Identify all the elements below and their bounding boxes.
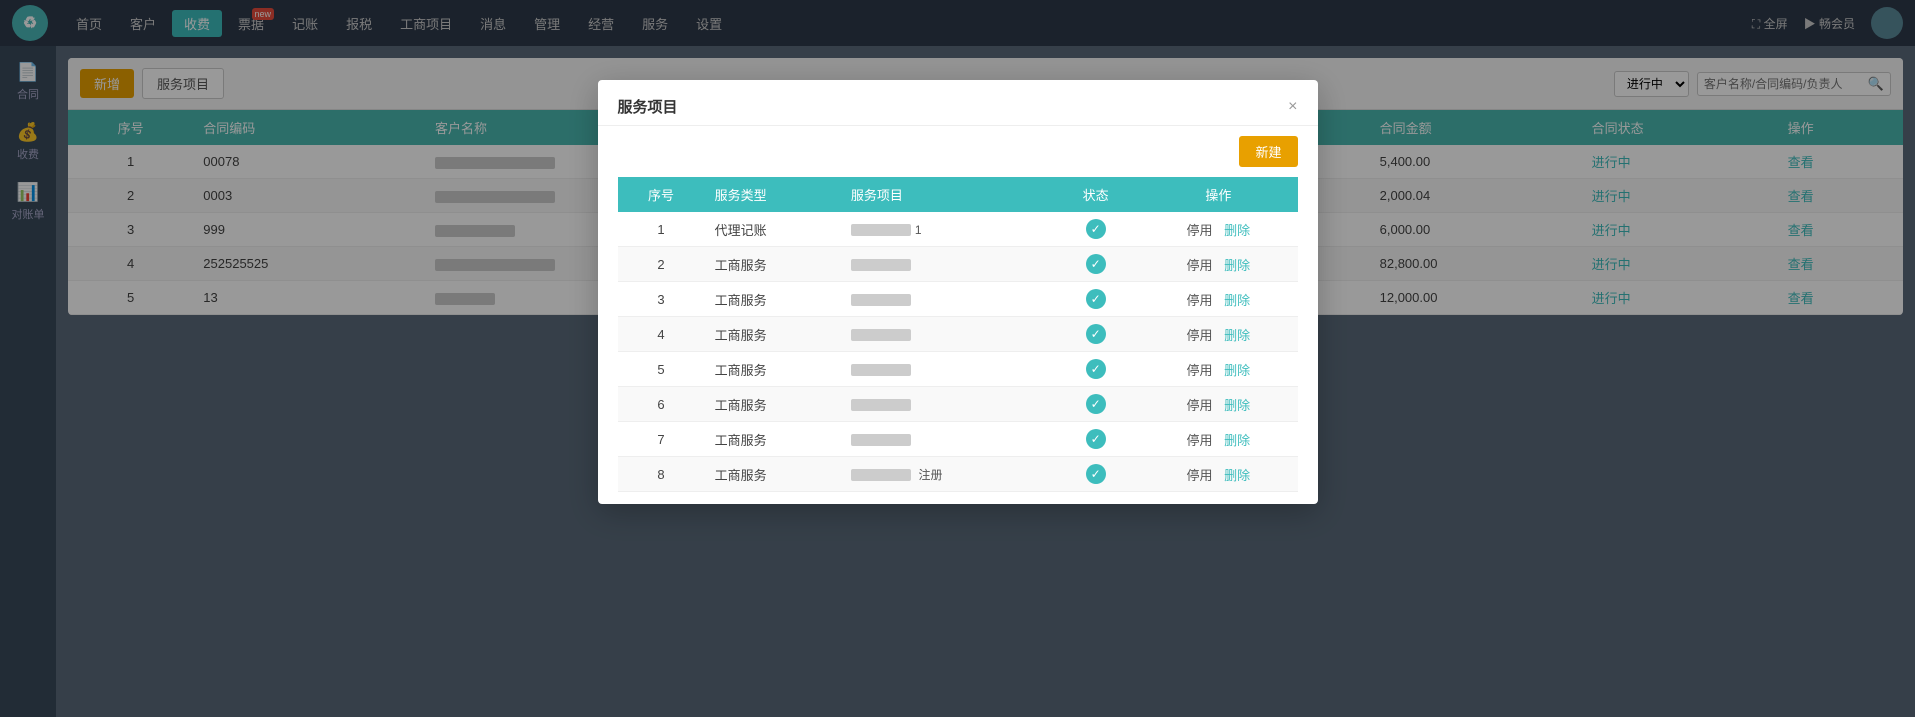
modal-row-ops: 停用 删除 (1139, 212, 1297, 247)
delete-button[interactable]: 删除 (1224, 360, 1250, 379)
list-item: 6 工商服务 ✓ 停用 删除 (618, 387, 1298, 422)
modal-body: 序号 服务类型 服务项目 状态 操作 1 代理记账 (598, 177, 1318, 504)
stop-button[interactable]: 停用 (1186, 255, 1212, 274)
status-check-icon: ✓ (1086, 254, 1106, 274)
main-content: 新增 服务项目 进行中 已结束 全部 🔍 (56, 46, 1915, 717)
modal-col-type: 服务类型 (705, 177, 841, 212)
status-check-icon: ✓ (1086, 429, 1106, 449)
list-item: 3 工商服务 ✓ 停用 删除 (618, 282, 1298, 317)
list-item: 2 工商服务 ✓ 停用 删除 (618, 247, 1298, 282)
stop-button[interactable]: 停用 (1186, 290, 1212, 309)
delete-button[interactable]: 删除 (1224, 430, 1250, 449)
stop-button[interactable]: 停用 (1186, 360, 1212, 379)
modal-overlay[interactable]: 服务项目 × 新建 序号 服务类型 服务项目 状态 (56, 46, 1915, 717)
list-item: 1 代理记账 1 ✓ 停用 删除 (618, 212, 1298, 247)
delete-button[interactable]: 删除 (1224, 395, 1250, 414)
list-item: 7 工商服务 ✓ 停用 删除 (618, 422, 1298, 457)
new-service-button[interactable]: 新建 (1239, 136, 1297, 167)
delete-button[interactable]: 删除 (1224, 255, 1250, 274)
modal-col-ops: 操作 (1139, 177, 1297, 212)
modal-col-project: 服务项目 (841, 177, 1052, 212)
delete-button[interactable]: 删除 (1224, 220, 1250, 239)
modal-title: 服务项目 (618, 96, 678, 117)
modal-row-project: 1 (841, 212, 1052, 247)
stop-button[interactable]: 停用 (1186, 430, 1212, 449)
status-check-icon: ✓ (1086, 324, 1106, 344)
modal-row-type: 代理记账 (705, 212, 841, 247)
service-modal: 服务项目 × 新建 序号 服务类型 服务项目 状态 (598, 80, 1318, 504)
modal-col-seq: 序号 (618, 177, 705, 212)
status-check-icon: ✓ (1086, 359, 1106, 379)
modal-table-header: 序号 服务类型 服务项目 状态 操作 (618, 177, 1298, 212)
modal-toolbar: 新建 (598, 126, 1318, 177)
delete-button[interactable]: 删除 (1224, 465, 1250, 484)
status-check-icon: ✓ (1086, 289, 1106, 309)
list-item: 5 工商服务 ✓ 停用 删除 (618, 352, 1298, 387)
modal-row-status: ✓ (1052, 212, 1139, 247)
modal-header: 服务项目 × (598, 80, 1318, 126)
status-check-icon: ✓ (1086, 464, 1106, 484)
stop-button[interactable]: 停用 (1186, 395, 1212, 414)
stop-button[interactable]: 停用 (1186, 220, 1212, 239)
stop-button[interactable]: 停用 (1186, 465, 1212, 484)
modal-col-status: 状态 (1052, 177, 1139, 212)
service-table: 序号 服务类型 服务项目 状态 操作 1 代理记账 (618, 177, 1298, 492)
list-item: 8 工商服务 注册 ✓ 停用 删除 (618, 457, 1298, 492)
stop-button[interactable]: 停用 (1186, 325, 1212, 344)
status-check-icon: ✓ (1086, 219, 1106, 239)
list-item: 4 工商服务 ✓ 停用 删除 (618, 317, 1298, 352)
layout: 📄 合同 💰 收费 📊 对账单 新增 服务项目 进行中 已结束 全部 (0, 46, 1915, 717)
modal-row-seq: 1 (618, 212, 705, 247)
delete-button[interactable]: 删除 (1224, 325, 1250, 344)
modal-close-button[interactable]: × (1288, 98, 1297, 116)
status-check-icon: ✓ (1086, 394, 1106, 414)
delete-button[interactable]: 删除 (1224, 290, 1250, 309)
